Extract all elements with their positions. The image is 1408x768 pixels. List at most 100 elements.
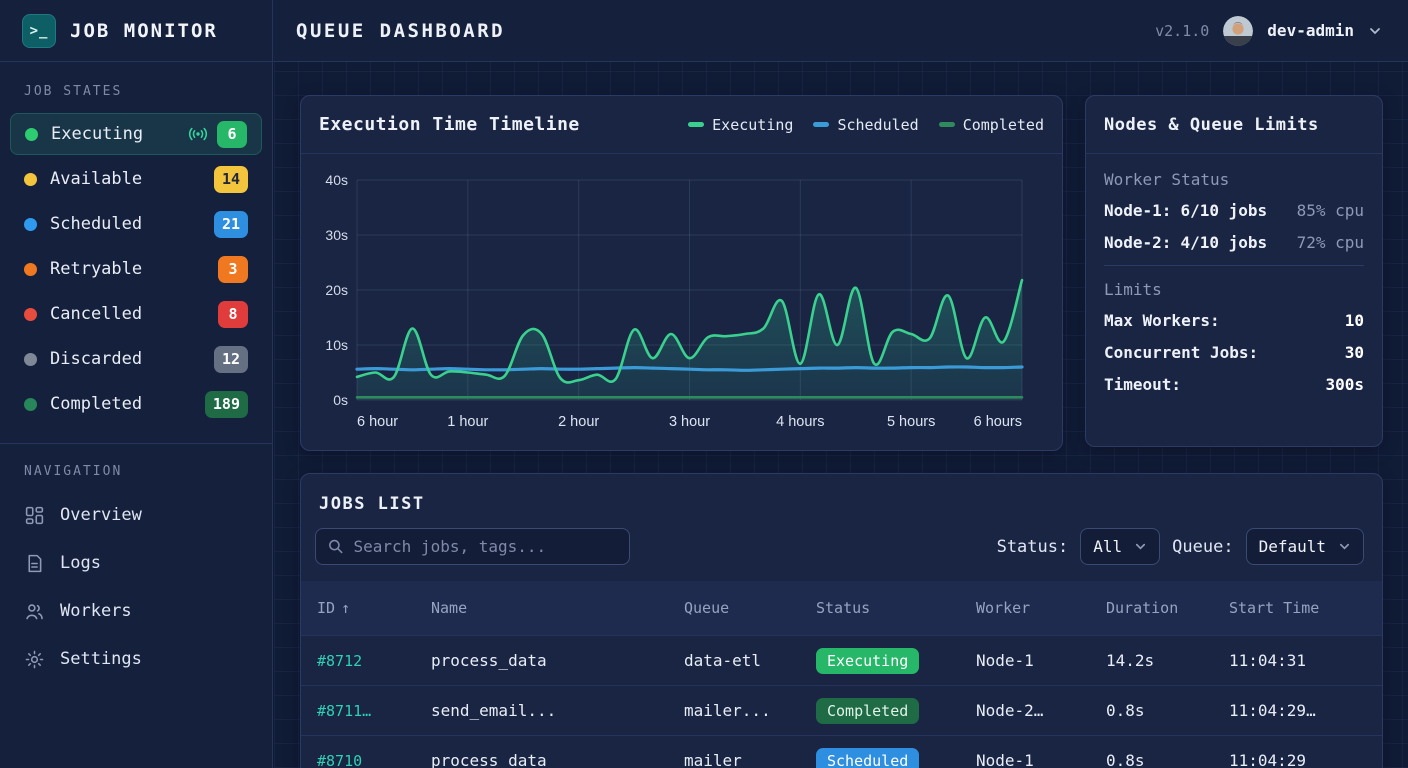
legend-mark-scheduled-icon [813,122,830,127]
legend-label-executing: Executing [712,115,794,134]
avatar[interactable] [1223,15,1254,46]
table-row[interactable]: #8711… send_email... mailer... Completed Nod… [301,685,1382,735]
state-label: Discarded [50,349,143,369]
job-name: send_email... [431,701,557,720]
sidebar-item-available[interactable]: Available 14 [10,158,262,200]
gear-icon [24,649,45,670]
sidebar-item-executing[interactable]: Executing 6 [10,113,262,155]
queue-filter-label: Queue: [1172,536,1234,557]
sidebar-item-workers[interactable]: Workers [10,589,262,633]
timeline-chart: 0s 10s 20s 30s 40s 6 hour 1 hour 2 hour 3 hour 4 … [301,154,1062,444]
terminal-logo-icon: >_ [22,13,56,48]
user-menu[interactable]: dev-admin [1267,21,1354,40]
version-label: v2.1.0 [1155,21,1210,40]
sidebar-item-retryable[interactable]: Retryable 3 [10,248,262,290]
queue-filter-select[interactable]: Default [1245,528,1364,565]
legend-item-executing[interactable]: Executing [688,116,793,134]
state-count-badge: 3 [218,255,248,283]
state-count-badge: 8 [218,300,248,328]
sidebar: JOB STATES Executing 6 Available 14 Schedule… [0,62,273,768]
table-row[interactable]: #8712 process_data data-etl Executing Node-1… [301,635,1382,685]
nav-label: Logs [60,553,101,573]
legend-item-completed[interactable]: Completed [938,116,1044,134]
column-header-id[interactable]: ID ↑ [317,599,431,617]
search-box [315,528,630,565]
timeout-label: Timeout: [1104,375,1182,394]
job-id-link[interactable]: #8711… [317,702,431,720]
job-duration: 14.2s [1106,651,1155,670]
job-worker: Node-1 [976,651,1034,670]
sidebar-item-logs[interactable]: Logs [10,541,262,585]
execution-timeline-card: Execution Time Timeline Executing Schedu… [300,95,1063,451]
column-header-queue: Queue [684,599,730,617]
chevron-down-icon [1338,540,1351,553]
job-queue: data-etl [684,651,762,670]
nav-label: Settings [60,649,142,669]
node-2-name: Node-2: [1104,233,1172,252]
jobs-table-header: ID ↑ Name Queue Status Worker Duration St… [301,581,1382,635]
svg-text:2 hour: 2 hour [558,414,599,430]
state-count-badge: 21 [213,210,248,238]
dashboard-icon [24,505,45,526]
column-header-status: Status [816,599,871,617]
sort-asc-icon: ↑ [341,599,351,617]
app-title: JOB MONITOR [70,19,218,42]
column-header-duration: Duration [1106,599,1179,617]
job-worker: Node-2… [976,701,1044,720]
state-label: Cancelled [50,304,143,324]
state-dot-icon [24,217,37,231]
state-label: Executing [51,124,144,144]
svg-text:6 hours: 6 hours [974,414,1022,430]
max-workers-row: Max Workers: 10 [1104,311,1364,330]
sidebar-item-scheduled[interactable]: Scheduled 21 [10,203,262,245]
navigation-section-label: NAVIGATION [24,464,123,479]
svg-text:4 hours: 4 hours [776,414,824,430]
column-header-start-time: Start Time [1229,599,1320,617]
job-id-link[interactable]: #8712 [317,652,431,670]
jobs-list-title: JOBS LIST [319,494,425,514]
node-2-row: Node-2: 4/10 jobs 72% cpu [1104,233,1364,252]
table-row[interactable]: #8710 process_data mailer Scheduled Node-1 0.… [301,735,1382,768]
timeout-value: 300s [1325,375,1364,394]
app-header: >_ JOB MONITOR QUEUE DASHBOARD v2.1.0 de… [0,0,1408,62]
job-start-time: 11:04:29… [1229,701,1316,720]
limits-label: Limits [1104,280,1162,299]
legend-item-scheduled[interactable]: Scheduled [813,115,919,134]
concurrent-jobs-value: 30 [1344,343,1364,362]
state-dot-icon [24,262,37,276]
state-count-badge: 12 [213,345,248,373]
legend-label-scheduled: Scheduled [837,115,919,134]
job-duration: 0.8s [1106,701,1145,720]
svg-text:1 hour: 1 hour [447,414,488,430]
document-icon [24,553,45,574]
status-filter-label: Status: [996,536,1069,557]
sidebar-item-discarded[interactable]: Discarded 12 [10,338,262,380]
sidebar-item-completed[interactable]: Completed 189 [10,383,262,425]
status-filter-value: All [1093,537,1123,556]
sidebar-item-settings[interactable]: Settings [10,637,262,681]
state-count-badge: 14 [213,165,248,193]
state-count-badge: 6 [217,120,247,148]
job-id-link[interactable]: #8710 [317,752,431,768]
sidebar-item-cancelled[interactable]: Cancelled 8 [10,293,262,335]
state-dot-icon [24,172,37,186]
concurrent-jobs-label: Concurrent Jobs: [1104,343,1259,362]
nodes-limits-card: Nodes & Queue Limits Worker Status Node-… [1085,95,1383,447]
node-2-jobs: 4/10 jobs [1180,233,1268,252]
main-content: Execution Time Timeline Executing Schedu… [274,62,1408,768]
queue-filter-value: Default [1258,537,1326,556]
status-badge: Completed [816,697,920,724]
state-label: Completed [50,394,143,414]
chevron-down-icon[interactable] [1368,24,1382,38]
chart-legend: Executing Scheduled Completed [688,116,1044,134]
sidebar-item-overview[interactable]: Overview [10,493,262,537]
column-header-worker: Worker [976,599,1031,617]
nodes-card-title: Nodes & Queue Limits [1104,114,1319,135]
search-input[interactable] [353,537,617,556]
live-signal-icon [187,126,209,142]
job-worker: Node-1 [976,751,1034,768]
svg-text:6 hour: 6 hour [357,414,398,430]
job-start-time: 11:04:31 [1229,651,1307,670]
svg-text:0s: 0s [333,392,348,408]
status-filter-select[interactable]: All [1080,528,1161,565]
